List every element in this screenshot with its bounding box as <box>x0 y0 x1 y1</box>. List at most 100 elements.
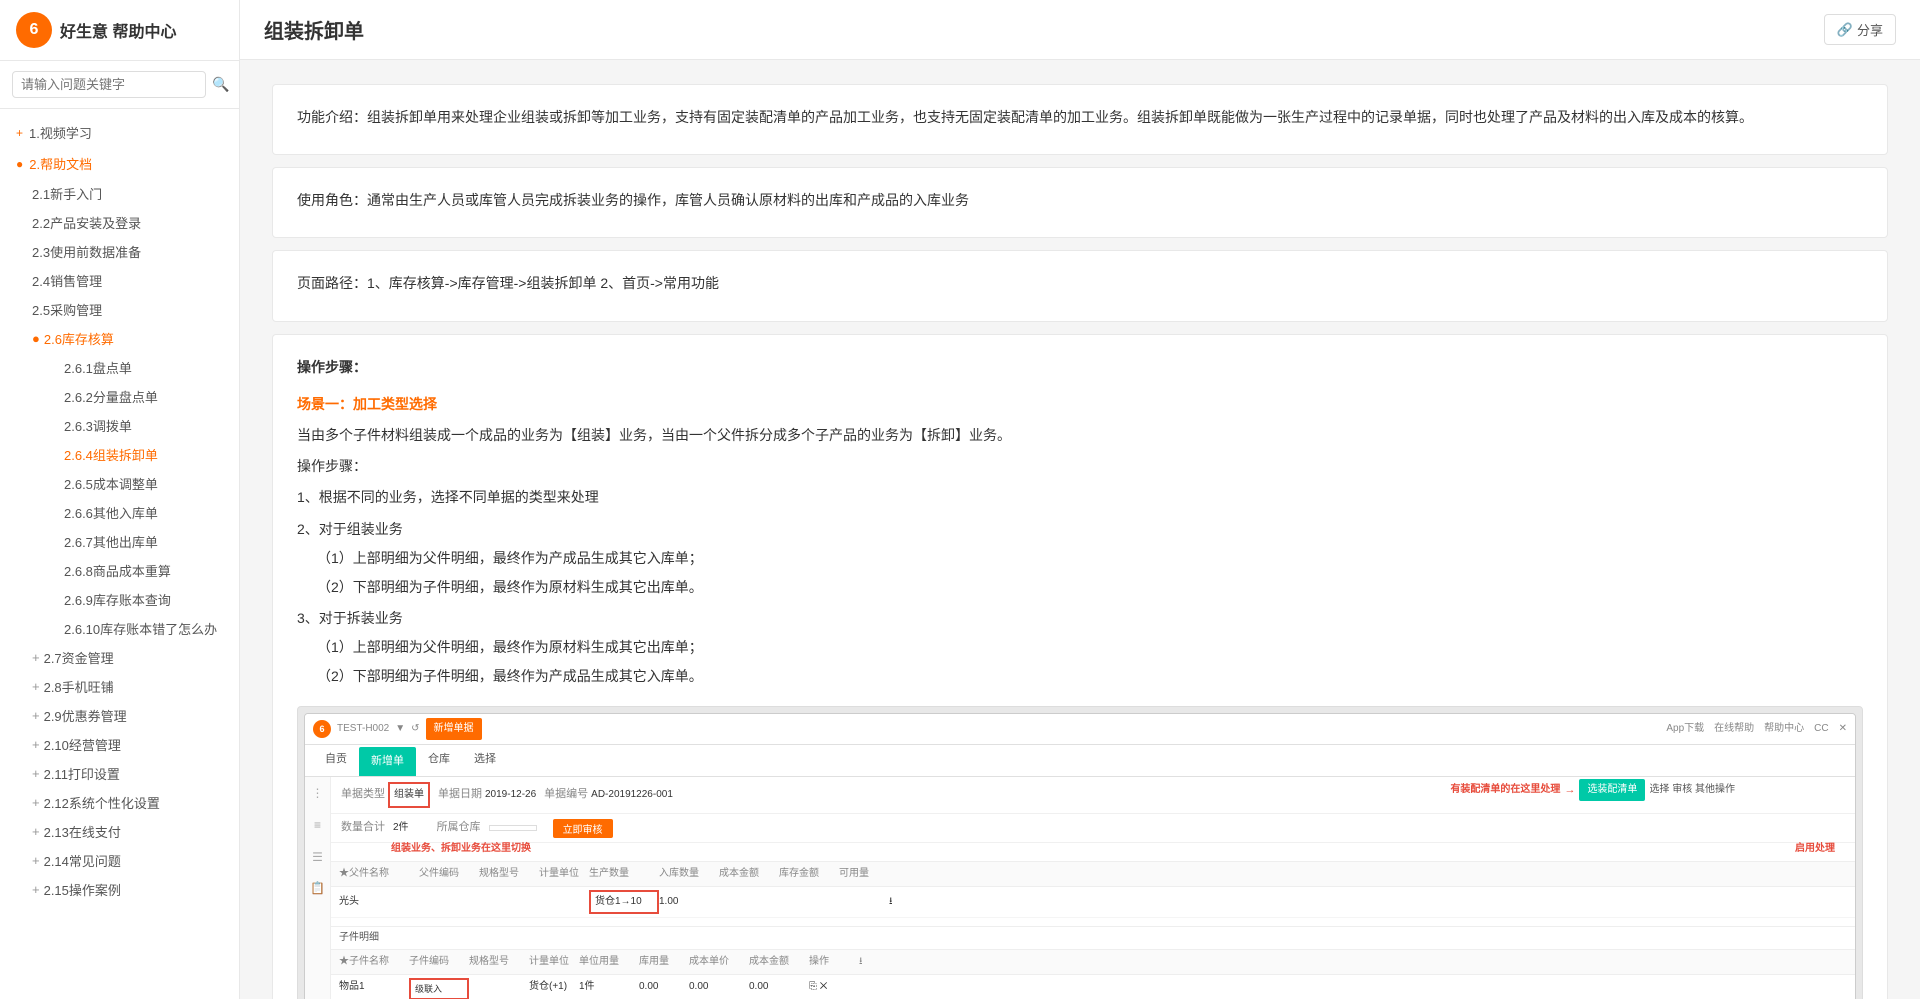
app-tab-warehouse[interactable]: 仓库 <box>416 745 462 777</box>
app-logo: 6 <box>313 720 331 738</box>
warehouse-input[interactable] <box>489 825 537 831</box>
sidebar-item-2-6-10[interactable]: 2.6.10库存账本错了怎么办 <box>48 614 239 643</box>
child-op-1: ⎘ ✕ <box>809 978 859 999</box>
col-unit: 计量单位 <box>539 865 589 883</box>
sidebar: 6 好生意 帮助中心 🔍 + 1.视频学习 ● 2.帮助文档 2.1新手入门 2… <box>0 0 240 999</box>
sidebar-item-video[interactable]: + 1.视频学习 <box>0 117 239 148</box>
sidebar-item-2-3[interactable]: 2.3使用前数据准备 <box>32 237 239 266</box>
sidebar-item-2-13[interactable]: +2.13在线支付 <box>32 817 239 846</box>
steps-card: 操作步骤： 场景一：加工类型选择 当由多个子件材料组装成一个成品的业务为【组装】… <box>272 334 1888 999</box>
role-card: 使用角色：通常由生产人员或库管人员完成拆装业务的操作，库管人员确认原材料的出库和… <box>272 167 1888 238</box>
collapse-icon: ● <box>16 157 23 171</box>
col-lib-usage: 库用量 <box>639 953 689 971</box>
sidebar-item-2-2[interactable]: 2.2产品安装及登录 <box>32 208 239 237</box>
upper-table: ★父件名称 父件编码 规格型号 计量单位 生产数量 入库数量 成本金额 库存金额… <box>331 861 1855 918</box>
sidebar-item-2-6-8[interactable]: 2.6.8商品成本重算 <box>48 556 239 585</box>
col-child-code: 子件编码 <box>409 953 469 971</box>
path-text: 页面路径：1、库存核算->库存管理->组装拆卸单 2、首页->常用功能 <box>297 271 1863 296</box>
expand-icon: + <box>16 126 23 140</box>
app-new-doc-btn[interactable]: 新增单据 <box>426 718 482 740</box>
form-type-label: 单据类型 <box>341 785 385 805</box>
annotation-arrow-1: → <box>1564 781 1575 801</box>
confirm-audit-btn[interactable]: 立即审核 <box>553 819 613 838</box>
page-title: 组装拆卸单 <box>264 15 364 44</box>
annotation-switch: 组装业务、拆卸业务在这里切换 <box>391 840 531 858</box>
sidebar-item-2-11[interactable]: +2.11打印设置 <box>32 759 239 788</box>
sidebar-item-2-6-5[interactable]: 2.6.5成本调整单 <box>48 469 239 498</box>
sidebar-item-2-6-2[interactable]: 2.6.2分量盘点单 <box>48 382 239 411</box>
step3-2: （2）下部明细为子件明细，最终作为产成品生成其它入库单。 <box>297 664 1863 689</box>
sidebar-item-2-6-3[interactable]: 2.6.3调拨单 <box>48 411 239 440</box>
lower-table-row-1: 物品1 级联入 货仓(+1) 1件 0.00 0.00 0.00 ⎘ ✕ <box>331 975 1855 999</box>
role-text: 使用角色：通常由生产人员或库管人员完成拆装业务的操作，库管人员确认原材料的出库和… <box>297 188 1863 213</box>
icon-2: ≡ <box>314 815 321 837</box>
app-sync-icon: ↺ <box>411 720 419 738</box>
sidebar-item-2-6-4[interactable]: 2.6.4组装拆卸单 <box>48 440 239 469</box>
search-button[interactable]: 🔍 <box>212 76 229 93</box>
lower-table-title: 子件明细 <box>339 929 379 947</box>
lower-table-title-row: 子件明细 <box>331 926 1855 949</box>
sidebar-item-2-4[interactable]: 2.4销售管理 <box>32 266 239 295</box>
form-date-label: 单据日期 <box>438 785 482 805</box>
app-nav-user: CC <box>1814 720 1828 738</box>
col-expand: ⭳ <box>859 953 889 971</box>
upper-table-header: ★父件名称 父件编码 规格型号 计量单位 生产数量 入库数量 成本金额 库存金额… <box>331 861 1855 887</box>
app-window: 6 TEST-H002 ▼ ↺ 新增单据 App下载 在线帮助 帮助中心 CC … <box>304 713 1856 999</box>
app-tab-new[interactable]: 新增单 <box>359 747 416 777</box>
search-input[interactable] <box>12 71 206 98</box>
col-ops <box>889 865 919 883</box>
sidebar-item-2-8[interactable]: +2.8手机旺铺 <box>32 672 239 701</box>
app-close-icon[interactable]: ✕ <box>1839 720 1847 738</box>
app-nav-app: App下载 <box>1666 720 1704 738</box>
intro-card: 功能介绍：组装拆卸单用来处理企业组装或拆卸等加工业务，支持有固定装配清单的产品加… <box>272 84 1888 155</box>
sidebar-item-2-12[interactable]: +2.12系统个性化设置 <box>32 788 239 817</box>
app-dropdown-icon: ▼ <box>395 720 405 738</box>
sidebar-item-2-10[interactable]: +2.10经营管理 <box>32 730 239 759</box>
col-parent-name: ★父件名称 <box>339 865 419 883</box>
count-value: 2件 <box>393 819 409 837</box>
sidebar-item-2-6-9[interactable]: 2.6.9库存账本查询 <box>48 585 239 614</box>
scene1-desc: 当由多个子件材料组装成一个成品的业务为【组装】业务，当由一个父件拆分成多个子产品… <box>297 423 1863 448</box>
lower-table-header: ★子件名称 子件编码 规格型号 计量单位 单位用量 库用量 成本单价 成本金额 … <box>331 949 1855 975</box>
app-tab-select[interactable]: 选择 <box>462 745 508 777</box>
share-label: 分享 <box>1857 20 1883 39</box>
select-bom-btn[interactable]: 选装配清单 <box>1579 779 1645 801</box>
sidebar-item-2-1[interactable]: 2.1新手入门 <box>32 179 239 208</box>
col-child-op: 操作 <box>809 953 859 971</box>
nav-list: + 1.视频学习 ● 2.帮助文档 2.1新手入门 2.2产品安装及登录 2.3… <box>0 109 239 999</box>
annotation-assembly: 有装配清单的在这里处理 → 选装配清单 选择 审核 其他操作 <box>1450 779 1735 801</box>
col-child-name: ★子件名称 <box>339 953 409 971</box>
app-tab-home[interactable]: 自贡 <box>313 745 359 777</box>
sidebar-item-2-15[interactable]: +2.15操作案例 <box>32 875 239 904</box>
sidebar-item-2-6-6[interactable]: 2.6.6其他入库单 <box>48 498 239 527</box>
col-child-unit: 计量单位 <box>529 953 579 971</box>
app-left-icons: ⋮ ≡ ☰ 📋 <box>305 777 331 999</box>
step2: 2、对于组装业务 <box>297 517 1863 542</box>
app-nav-helpcenter: 帮助中心 <box>1764 720 1804 738</box>
child-name-1: 物品1 <box>339 978 409 999</box>
sidebar-item-2-9[interactable]: +2.9优惠券管理 <box>32 701 239 730</box>
sidebar-item-2-5[interactable]: 2.5采购管理 <box>32 295 239 324</box>
sidebar-item-docs[interactable]: ● 2.帮助文档 <box>0 148 239 179</box>
sidebar-header: 6 好生意 帮助中心 <box>0 0 239 61</box>
sidebar-item-2-14[interactable]: +2.14常见问题 <box>32 846 239 875</box>
cell-parent-name: 光头 <box>339 893 419 911</box>
child-cost-a-1: 0.00 <box>749 978 809 999</box>
sidebar-item-2-6[interactable]: ●2.6库存核算 <box>32 324 239 353</box>
path-card: 页面路径：1、库存核算->库存管理->组装拆卸单 2、首页->常用功能 <box>272 250 1888 321</box>
step1: 1、根据不同的业务，选择不同单据的类型来处理 <box>297 485 1863 510</box>
sidebar-item-2-6-1[interactable]: 2.6.1盘点单 <box>48 353 239 382</box>
col-spec: 规格型号 <box>479 865 539 883</box>
app-content: 单据类型 组装单 单据日期 2019-12-26 <box>331 777 1855 999</box>
form-date-group: 单据日期 2019-12-26 <box>438 785 536 805</box>
annotation-enable: 启用处理 <box>1795 840 1835 858</box>
sidebar-item-2-7[interactable]: +2.7资金管理 <box>32 643 239 672</box>
share-button[interactable]: 🔗 分享 <box>1824 14 1896 45</box>
col-unit-usage: 单位用量 <box>579 953 639 971</box>
child-lib-1: 0.00 <box>639 978 689 999</box>
col-in-qty: 入库数量 <box>659 865 719 883</box>
intro-text: 功能介绍：组装拆卸单用来处理企业组装或拆卸等加工业务，支持有固定装配清单的产品加… <box>297 105 1863 130</box>
sidebar-item-label: 1.视频学习 <box>29 123 92 142</box>
sidebar-item-2-6-7[interactable]: 2.6.7其他出库单 <box>48 527 239 556</box>
child-unit-1: 货仓(+1) <box>529 978 579 999</box>
